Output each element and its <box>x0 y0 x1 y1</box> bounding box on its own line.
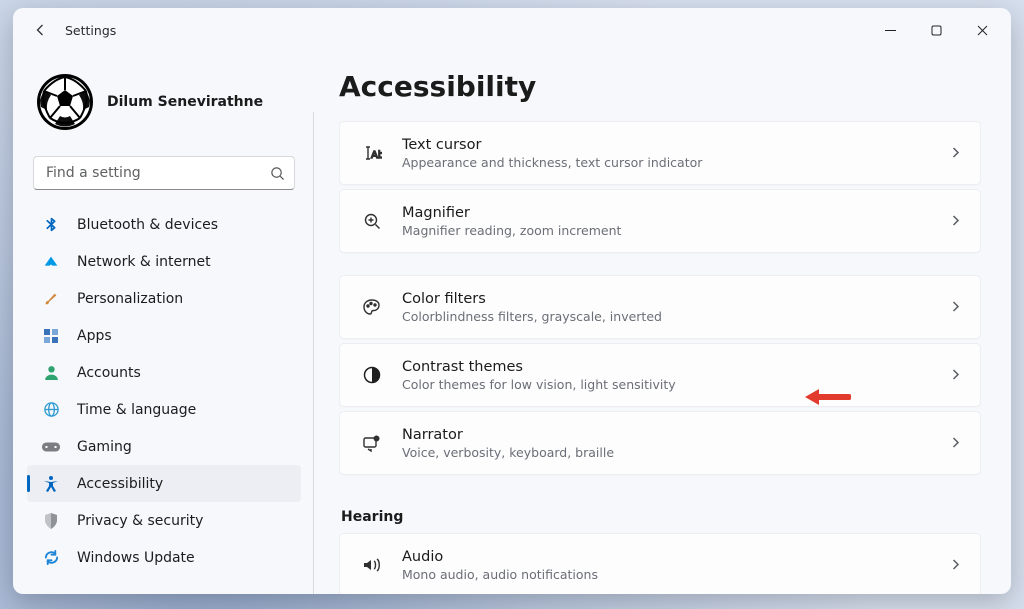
sidebar-item-label: Gaming <box>77 439 132 455</box>
audio-icon <box>356 557 388 573</box>
card-desc: Mono audio, audio notifications <box>402 567 949 582</box>
sidebar-item-label: Personalization <box>77 291 183 307</box>
sidebar-item-update[interactable]: Windows Update <box>27 539 301 576</box>
card-contrast[interactable]: Contrast themes Color themes for low vis… <box>339 343 981 407</box>
sidebar-item-network[interactable]: Network & internet <box>27 243 301 280</box>
card-title: Text cursor <box>402 137 949 153</box>
hearing-cards: Audio Mono audio, audio notifications cc… <box>339 533 981 594</box>
card-text: Color filters Colorblindness filters, gr… <box>402 291 949 324</box>
window-controls <box>867 14 1005 46</box>
sidebar-item-label: Network & internet <box>77 254 211 270</box>
sidebar-item-personalization[interactable]: Personalization <box>27 280 301 317</box>
sidebar-item-apps[interactable]: Apps <box>27 317 301 354</box>
shield-icon <box>41 511 61 531</box>
chevron-right-icon <box>949 298 962 317</box>
chevron-right-icon <box>949 212 962 231</box>
back-button[interactable] <box>23 12 59 48</box>
profile-name: Dilum Senevirathne <box>107 94 263 110</box>
sidebar-item-time[interactable]: Time & language <box>27 391 301 428</box>
sidebar-item-accessibility[interactable]: Accessibility <box>27 465 301 502</box>
card-text: Audio Mono audio, audio notifications <box>402 549 949 582</box>
card-desc: Colorblindness filters, grayscale, inver… <box>402 309 949 324</box>
close-button[interactable] <box>959 14 1005 46</box>
main-panel: Accessibility Ab Text cursor Appearance … <box>313 52 1011 594</box>
maximize-button[interactable] <box>913 14 959 46</box>
card-text: Magnifier Magnifier reading, zoom increm… <box>402 205 949 238</box>
avatar <box>37 74 93 130</box>
gamepad-icon <box>41 437 61 457</box>
card-title: Audio <box>402 549 949 565</box>
cursor-icon: Ab <box>356 144 388 162</box>
card-title: Color filters <box>402 291 949 307</box>
vision-cards: Ab Text cursor Appearance and thickness,… <box>339 121 981 493</box>
sidebar-nav: Bluetooth & devices Network & internet Per… <box>27 206 301 576</box>
card-audio[interactable]: Audio Mono audio, audio notifications <box>339 533 981 594</box>
card-desc: Magnifier reading, zoom increment <box>402 223 949 238</box>
avatar-soccer-icon <box>37 74 93 130</box>
apps-icon <box>41 326 61 346</box>
card-title: Contrast themes <box>402 359 949 375</box>
card-color-filters[interactable]: Color filters Colorblindness filters, gr… <box>339 275 981 339</box>
search-box[interactable] <box>33 156 295 190</box>
maximize-icon <box>931 25 942 36</box>
back-arrow-icon <box>33 22 49 38</box>
card-desc: Appearance and thickness, text cursor in… <box>402 155 949 170</box>
scroll-edge <box>313 112 314 594</box>
card-title: Magnifier <box>402 205 949 221</box>
card-narrator[interactable]: Narrator Voice, verbosity, keyboard, bra… <box>339 411 981 475</box>
content-area: Dilum Senevirathne Bluetooth & devices Ne… <box>13 52 1011 594</box>
update-icon <box>41 548 61 568</box>
sidebar-item-label: Accessibility <box>77 476 163 492</box>
card-text-cursor[interactable]: Ab Text cursor Appearance and thickness,… <box>339 121 981 185</box>
settings-window: Settings <box>13 8 1011 594</box>
sidebar-item-label: Time & language <box>77 402 196 418</box>
sidebar-item-label: Windows Update <box>77 550 195 566</box>
search-input[interactable] <box>34 165 260 181</box>
sidebar-item-label: Bluetooth & devices <box>77 217 218 233</box>
profile-block[interactable]: Dilum Senevirathne <box>27 60 301 148</box>
palette-icon <box>356 298 388 316</box>
card-text: Contrast themes Color themes for low vis… <box>402 359 949 392</box>
minimize-button[interactable] <box>867 14 913 46</box>
chevron-right-icon <box>949 434 962 453</box>
close-icon <box>977 25 988 36</box>
card-desc: Voice, verbosity, keyboard, braille <box>402 445 949 460</box>
brush-icon <box>41 289 61 309</box>
wifi-icon <box>41 252 61 272</box>
section-hearing-label: Hearing <box>341 509 981 525</box>
card-magnifier[interactable]: Magnifier Magnifier reading, zoom increm… <box>339 189 981 253</box>
accessibility-icon <box>41 474 61 494</box>
magnifier-icon <box>356 212 388 231</box>
sidebar-item-gaming[interactable]: Gaming <box>27 428 301 465</box>
sidebar: Dilum Senevirathne Bluetooth & devices Ne… <box>13 52 313 594</box>
chevron-right-icon <box>949 144 962 163</box>
sidebar-item-privacy[interactable]: Privacy & security <box>27 502 301 539</box>
sidebar-item-accounts[interactable]: Accounts <box>27 354 301 391</box>
titlebar: Settings <box>13 8 1011 52</box>
sidebar-item-label: Accounts <box>77 365 141 381</box>
minimize-icon <box>885 25 896 36</box>
svg-text:Ab: Ab <box>371 150 382 161</box>
narrator-icon <box>356 434 388 452</box>
person-icon <box>41 363 61 383</box>
card-text: Text cursor Appearance and thickness, te… <box>402 137 949 170</box>
sidebar-item-label: Apps <box>77 328 112 344</box>
globe-icon <box>41 400 61 420</box>
chevron-right-icon <box>949 556 962 575</box>
page-title: Accessibility <box>339 70 981 103</box>
contrast-icon <box>356 366 388 384</box>
sidebar-item-label: Privacy & security <box>77 513 203 529</box>
chevron-right-icon <box>949 366 962 385</box>
bluetooth-icon <box>41 215 61 235</box>
card-title: Narrator <box>402 427 949 443</box>
card-text: Narrator Voice, verbosity, keyboard, bra… <box>402 427 949 460</box>
sidebar-item-bluetooth[interactable]: Bluetooth & devices <box>27 206 301 243</box>
search-icon <box>260 166 294 181</box>
window-title: Settings <box>65 23 116 38</box>
card-desc: Color themes for low vision, light sensi… <box>402 377 949 392</box>
